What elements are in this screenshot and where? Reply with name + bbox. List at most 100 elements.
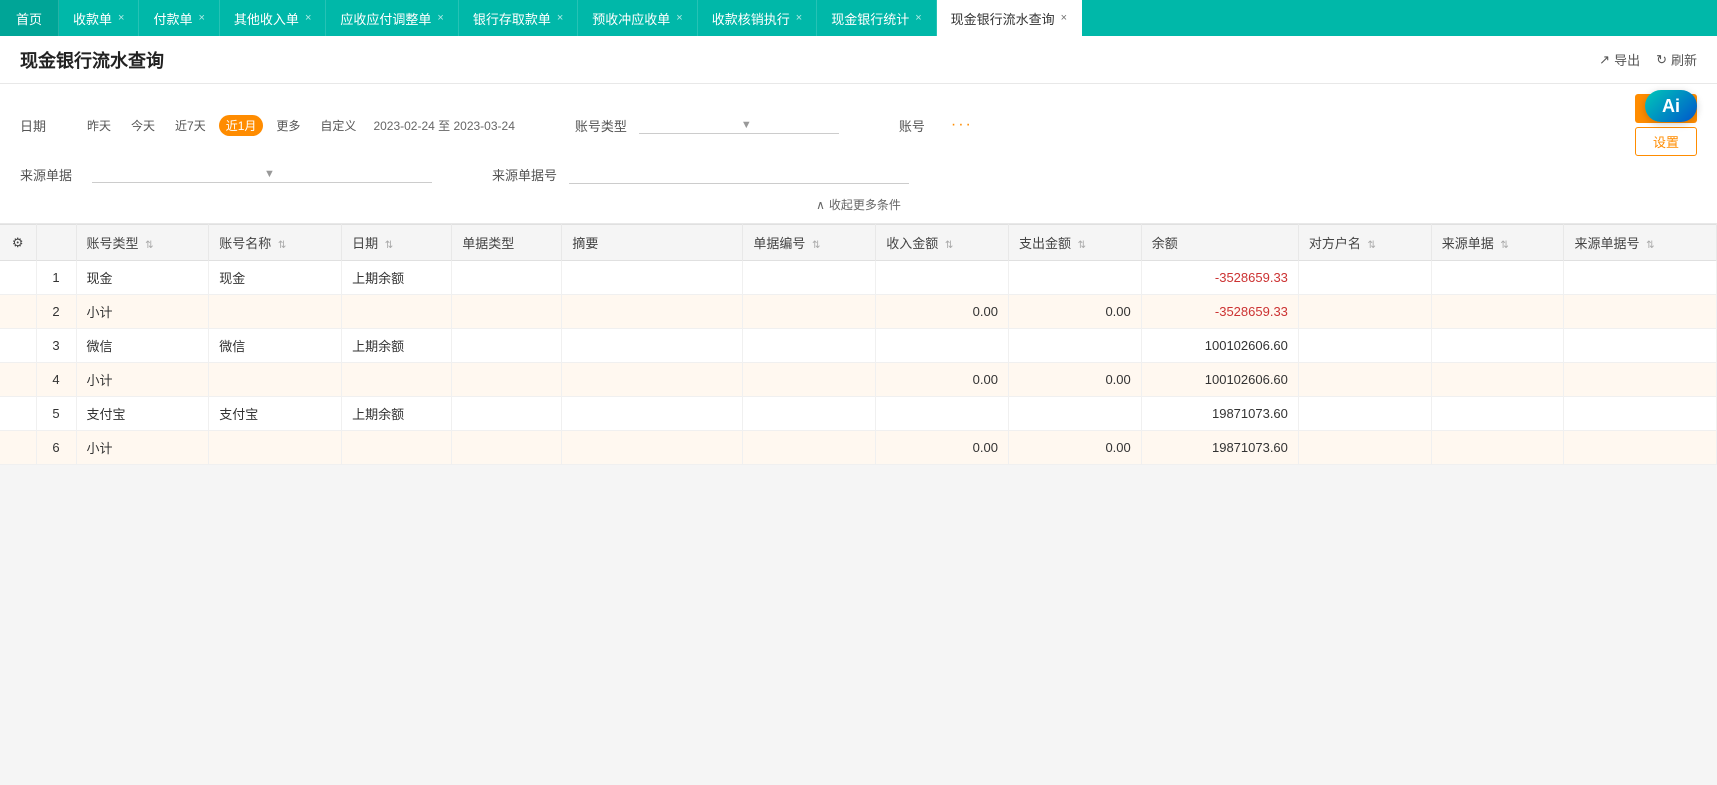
refresh-icon: ↻ [1656, 52, 1667, 68]
row-balance-cell: -3528659.33 [1141, 261, 1298, 295]
row-summary-cell [562, 261, 743, 295]
tab-advance-close[interactable]: × [676, 12, 682, 24]
row-account-name-cell: 支付宝 [209, 397, 342, 431]
tab-bank-deposit[interactable]: 银行存取款单 × [459, 0, 578, 36]
table-body: 1 现金 现金 上期余额 -3528659.33 2 小计 0.00 0.00 … [0, 261, 1717, 465]
row-income-cell [876, 397, 1009, 431]
table-row: 6 小计 0.00 0.00 19871073.60 [0, 431, 1717, 465]
row-summary-cell [562, 295, 743, 329]
tab-verification[interactable]: 收款核销执行 × [698, 0, 817, 36]
date-opt-today[interactable]: 今天 [124, 115, 162, 136]
refresh-button[interactable]: ↻ 刷新 [1656, 50, 1697, 69]
col-header-source-doc-no[interactable]: 来源单据号 ⇅ [1564, 225, 1717, 261]
col-header-expense[interactable]: 支出金额 ⇅ [1008, 225, 1141, 261]
row-settings-cell [0, 363, 36, 397]
sort-icon-income: ⇅ [945, 240, 953, 251]
row-doc-no-cell [743, 295, 876, 329]
row-income-cell [876, 329, 1009, 363]
ai-badge[interactable]: Ai [1645, 90, 1697, 122]
row-settings-cell [0, 397, 36, 431]
date-opt-more[interactable]: 更多 [269, 115, 307, 136]
row-doc-no-cell [743, 329, 876, 363]
col-header-date[interactable]: 日期 ⇅ [342, 225, 452, 261]
row-source-doc-no-cell [1564, 431, 1717, 465]
sort-icon-doc-no: ⇅ [812, 240, 820, 251]
sort-icon-counterparty: ⇅ [1368, 240, 1376, 251]
col-header-account-type[interactable]: 账号类型 ⇅ [76, 225, 209, 261]
row-income-cell [876, 261, 1009, 295]
date-opt-custom[interactable]: 自定义 [313, 115, 363, 136]
tab-payment-close[interactable]: × [198, 12, 204, 24]
tab-bank-flow-close[interactable]: × [1061, 12, 1067, 24]
export-button[interactable]: ↗ 导出 [1599, 50, 1640, 69]
col-header-account-name[interactable]: 账号名称 ⇅ [209, 225, 342, 261]
tab-other-income[interactable]: 其他收入单 × [220, 0, 326, 36]
row-account-type-cell: 微信 [76, 329, 209, 363]
row-date-cell: 上期余额 [342, 397, 452, 431]
collapse-bar[interactable]: ∧ 收起更多条件 [20, 192, 1697, 215]
col-header-doc-no[interactable]: 单据编号 ⇅ [743, 225, 876, 261]
date-opt-7days[interactable]: 近7天 [168, 115, 213, 136]
filters-area: 日期 昨天 今天 近7天 近1月 更多 自定义 2023-02-24 至 202… [0, 84, 1717, 224]
source-doc-select[interactable]: ▼ [92, 166, 432, 183]
tab-other-income-close[interactable]: × [305, 12, 311, 24]
date-opt-1month[interactable]: 近1月 [219, 115, 264, 136]
row-summary-cell [562, 431, 743, 465]
row-expense-cell: 0.00 [1008, 363, 1141, 397]
row-balance-cell: -3528659.33 [1141, 295, 1298, 329]
date-opt-yesterday[interactable]: 昨天 [80, 115, 118, 136]
row-expense-cell [1008, 397, 1141, 431]
row-balance-cell: 100102606.60 [1141, 363, 1298, 397]
col-header-counterparty[interactable]: 对方户名 ⇅ [1298, 225, 1431, 261]
tab-receipt-close[interactable]: × [118, 12, 124, 24]
row-date-cell [342, 363, 452, 397]
row-index-cell: 5 [36, 397, 76, 431]
row-doc-type-cell [452, 363, 562, 397]
account-type-select[interactable]: ▼ [639, 117, 839, 134]
setting-button[interactable]: 设置 [1635, 127, 1697, 156]
col-header-source-doc[interactable]: 来源单据 ⇅ [1431, 225, 1564, 261]
row-doc-type-cell [452, 295, 562, 329]
tab-payment[interactable]: 付款单 × [139, 0, 219, 36]
col-header-settings[interactable]: ⚙ [0, 225, 36, 261]
nav-home[interactable]: 首页 [0, 0, 59, 36]
tab-advance[interactable]: 预收冲应收单 × [578, 0, 697, 36]
row-index-cell: 4 [36, 363, 76, 397]
row-account-name-cell: 微信 [209, 329, 342, 363]
sort-icon-source-doc: ⇅ [1500, 240, 1508, 251]
tab-bank-stats-close[interactable]: × [915, 12, 921, 24]
top-navigation: 首页 收款单 × 付款单 × 其他收入单 × 应收应付调整单 × 银行存取款单 … [0, 0, 1717, 36]
row-summary-cell [562, 329, 743, 363]
row-date-cell [342, 295, 452, 329]
tab-verification-close[interactable]: × [796, 12, 802, 24]
tab-receipt-label: 收款单 [73, 9, 112, 28]
collapse-up-icon: ∧ [816, 198, 825, 212]
tab-bank-flow[interactable]: 现金银行流水查询 × [937, 0, 1082, 36]
col-header-income[interactable]: 收入金额 ⇅ [876, 225, 1009, 261]
row-doc-type-cell [452, 329, 562, 363]
table-row: 4 小计 0.00 0.00 100102606.60 [0, 363, 1717, 397]
row-counterparty-cell [1298, 397, 1431, 431]
tab-arap[interactable]: 应收应付调整单 × [326, 0, 458, 36]
row-counterparty-cell [1298, 431, 1431, 465]
row-income-cell: 0.00 [876, 363, 1009, 397]
row-account-type-cell: 支付宝 [76, 397, 209, 431]
bank-flow-table: ⚙ 账号类型 ⇅ 账号名称 ⇅ 日期 ⇅ 单据类型 摘要 单据编号 ⇅ 收入金额… [0, 224, 1717, 465]
sort-icon-date: ⇅ [385, 240, 393, 251]
tab-bank-deposit-close[interactable]: × [557, 12, 563, 24]
row-expense-cell: 0.00 [1008, 295, 1141, 329]
row-account-type-cell: 小计 [76, 431, 209, 465]
row-doc-no-cell [743, 397, 876, 431]
page-title: 现金银行流水查询 [20, 47, 164, 73]
tab-bank-stats[interactable]: 现金银行统计 × [817, 0, 936, 36]
tab-receipt[interactable]: 收款单 × [59, 0, 139, 36]
collapse-label: 收起更多条件 [829, 196, 901, 213]
filter-row-source: 来源单据 ▼ 来源单据号 [20, 164, 1697, 184]
sort-icon-expense: ⇅ [1078, 240, 1086, 251]
table-row: 2 小计 0.00 0.00 -3528659.33 [0, 295, 1717, 329]
row-date-cell: 上期余额 [342, 329, 452, 363]
row-balance-cell: 19871073.60 [1141, 397, 1298, 431]
account-dots-button[interactable]: ··· [951, 116, 973, 134]
tab-arap-close[interactable]: × [437, 12, 443, 24]
source-doc-no-input[interactable] [569, 164, 909, 184]
